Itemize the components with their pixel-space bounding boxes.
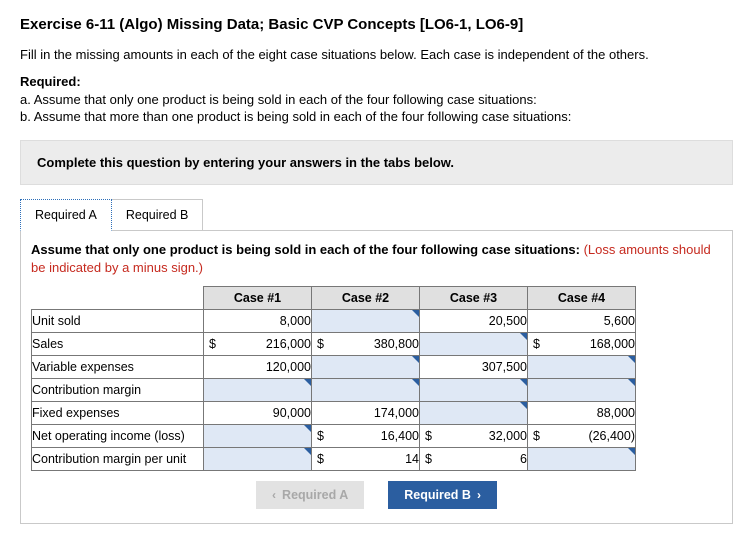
noi-c3: $32,000	[420, 425, 528, 448]
nav-buttons: ‹ Required A Required B ›	[31, 481, 722, 509]
fixed-c3-input[interactable]	[420, 402, 528, 425]
table-row: Fixed expenses 90,000 174,000 88,000	[32, 402, 636, 425]
noi-c2: $16,400	[312, 425, 420, 448]
required-list: a. Assume that only one product is being…	[20, 91, 733, 126]
tab-container: Required A Required B Assume that only o…	[20, 199, 733, 524]
tab-required-b[interactable]: Required B	[112, 199, 204, 231]
table-row: Variable expenses 120,000 307,500	[32, 356, 636, 379]
row-sales: Sales	[32, 333, 204, 356]
sales-c3-input[interactable]	[420, 333, 528, 356]
tab-strip: Required A Required B	[20, 199, 733, 231]
row-fixed: Fixed expenses	[32, 402, 204, 425]
unit-sold-c4: 5,600	[528, 310, 636, 333]
next-label: Required B	[404, 488, 471, 502]
chevron-right-icon: ›	[477, 488, 481, 502]
table-row: Contribution margin	[32, 379, 636, 402]
cm-c4-input[interactable]	[528, 379, 636, 402]
next-required-b-button[interactable]: Required B ›	[388, 481, 497, 509]
col-case-2: Case #2	[312, 287, 420, 310]
fixed-c1: 90,000	[204, 402, 312, 425]
assumption-main: Assume that only one product is being so…	[31, 242, 584, 257]
noi-c4: $(26,400)	[528, 425, 636, 448]
table-row: Contribution margin per unit $14 $6	[32, 448, 636, 471]
unit-sold-c1: 8,000	[204, 310, 312, 333]
fixed-c4: 88,000	[528, 402, 636, 425]
table-row: Unit sold 8,000 20,500 5,600	[32, 310, 636, 333]
sales-c1: $216,000	[204, 333, 312, 356]
fixed-c2: 174,000	[312, 402, 420, 425]
col-case-3: Case #3	[420, 287, 528, 310]
varexp-c1: 120,000	[204, 356, 312, 379]
prev-required-a-button: ‹ Required A	[256, 481, 364, 509]
assumption-text: Assume that only one product is being so…	[31, 241, 722, 276]
row-cm: Contribution margin	[32, 379, 204, 402]
table-row: Sales $216,000 $380,800 $168,000	[32, 333, 636, 356]
table-row: Net operating income (loss) $16,400 $32,…	[32, 425, 636, 448]
row-cmpu: Contribution margin per unit	[32, 448, 204, 471]
required-header: Required:	[20, 74, 733, 89]
cm-c2-input[interactable]	[312, 379, 420, 402]
tab-panel-a: Assume that only one product is being so…	[20, 230, 733, 524]
cmpu-c1-input[interactable]	[204, 448, 312, 471]
varexp-c4-input[interactable]	[528, 356, 636, 379]
col-case-1: Case #1	[204, 287, 312, 310]
intro-text: Fill in the missing amounts in each of t…	[20, 47, 733, 64]
varexp-c2-input[interactable]	[312, 356, 420, 379]
cm-c3-input[interactable]	[420, 379, 528, 402]
instruction-box: Complete this question by entering your …	[20, 140, 733, 185]
varexp-c3: 307,500	[420, 356, 528, 379]
row-var-exp: Variable expenses	[32, 356, 204, 379]
row-unit-sold: Unit sold	[32, 310, 204, 333]
data-table: Case #1 Case #2 Case #3 Case #4 Unit sol…	[31, 286, 636, 471]
cmpu-c2: $14	[312, 448, 420, 471]
cm-c1-input[interactable]	[204, 379, 312, 402]
noi-c1-input[interactable]	[204, 425, 312, 448]
col-case-4: Case #4	[528, 287, 636, 310]
required-item-b: b. Assume that more than one product is …	[20, 108, 733, 126]
unit-sold-c3: 20,500	[420, 310, 528, 333]
row-noi: Net operating income (loss)	[32, 425, 204, 448]
sales-c4: $168,000	[528, 333, 636, 356]
cmpu-c4-input[interactable]	[528, 448, 636, 471]
prev-label: Required A	[282, 488, 348, 502]
sales-c2: $380,800	[312, 333, 420, 356]
unit-sold-c2-input[interactable]	[312, 310, 420, 333]
chevron-left-icon: ‹	[272, 488, 276, 502]
tab-required-a[interactable]: Required A	[20, 199, 112, 231]
table-header-row: Case #1 Case #2 Case #3 Case #4	[32, 287, 636, 310]
cmpu-c3: $6	[420, 448, 528, 471]
exercise-title: Exercise 6-11 (Algo) Missing Data; Basic…	[20, 16, 733, 33]
required-item-a: a. Assume that only one product is being…	[20, 91, 733, 109]
